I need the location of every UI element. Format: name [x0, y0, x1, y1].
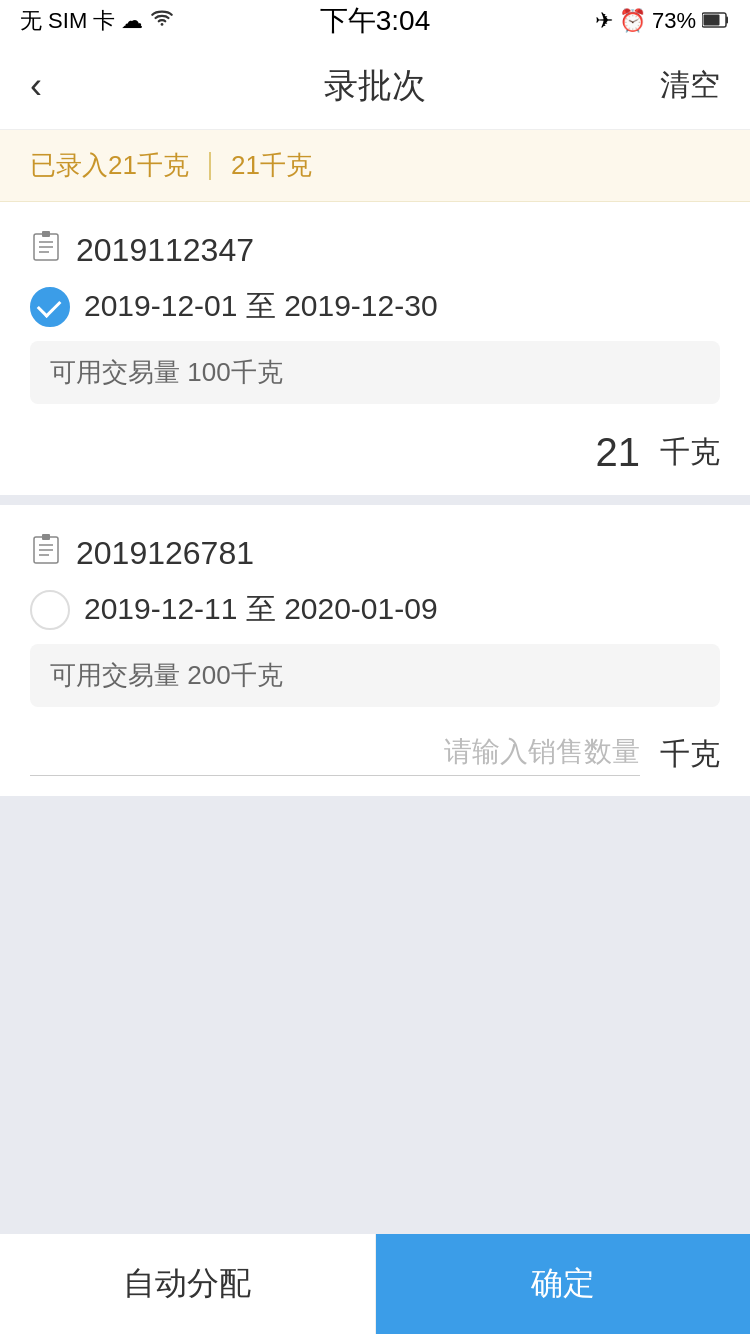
recorded-value: 21千克 [231, 148, 312, 183]
batch-2-available: 可用交易量 200千克 [30, 644, 720, 707]
no-sim-text: 无 SIM 卡 ☁ [20, 6, 143, 36]
status-right: ✈ ⏰ 73% [595, 8, 730, 34]
batch-1-date: 2019-12-01 至 2019-12-30 [84, 286, 438, 327]
info-divider [209, 152, 211, 180]
svg-rect-7 [42, 231, 50, 237]
footer: 自动分配 确定 [0, 1234, 750, 1334]
status-time: 下午3:04 [320, 2, 431, 40]
svg-rect-12 [42, 534, 50, 540]
alarm-icon: ⏰ [619, 8, 646, 34]
status-bar: 无 SIM 卡 ☁ 下午3:04 ✈ ⏰ 73% [0, 0, 750, 42]
batch-1-icon [30, 230, 62, 270]
batch-1-header: 2019112347 [0, 202, 750, 280]
batch-2-date-row[interactable]: 2019-12-11 至 2020-01-09 [0, 583, 750, 644]
batch-2-radio[interactable] [30, 590, 70, 630]
nav-bar: ‹ 录批次 清空 [0, 42, 750, 130]
batch-2-unit: 千克 [660, 734, 720, 775]
batch-2-amount-placeholder: 请输入销售数量 [30, 733, 640, 776]
batch-2-amount-row: 请输入销售数量 千克 [0, 723, 750, 796]
svg-point-0 [161, 23, 164, 26]
wifi-icon [151, 7, 173, 35]
page-title: 录批次 [324, 63, 426, 109]
battery-icon [702, 8, 730, 34]
batch-card-1: 2019112347 2019-12-01 至 2019-12-30 可用交易量… [0, 202, 750, 495]
status-left: 无 SIM 卡 ☁ [20, 6, 173, 36]
back-button[interactable]: ‹ [30, 65, 90, 107]
batch-1-radio[interactable] [30, 287, 70, 327]
confirm-button[interactable]: 确定 [376, 1234, 751, 1334]
batch-1-unit: 千克 [660, 432, 720, 473]
batch-2-icon [30, 533, 62, 573]
recorded-label: 已录入21千克 [30, 148, 189, 183]
batch-1-amount: 21 [596, 430, 641, 475]
bottom-area [0, 796, 750, 1236]
divider-1 [0, 495, 750, 505]
batch-1-available: 可用交易量 100千克 [30, 341, 720, 404]
info-banner: 已录入21千克 21千克 [0, 130, 750, 202]
clear-button[interactable]: 清空 [660, 65, 720, 106]
svg-rect-2 [704, 15, 720, 26]
batch-1-date-row[interactable]: 2019-12-01 至 2019-12-30 [0, 280, 750, 341]
battery-percent: 73% [652, 8, 696, 34]
batch-2-date: 2019-12-11 至 2020-01-09 [84, 589, 438, 630]
batch-2-id: 2019126781 [76, 535, 254, 572]
auto-distribute-button[interactable]: 自动分配 [0, 1234, 376, 1334]
batch-card-2: 2019126781 2019-12-11 至 2020-01-09 可用交易量… [0, 505, 750, 796]
location-icon: ✈ [595, 8, 613, 34]
batch-1-amount-row: 21 千克 [0, 420, 750, 495]
batch-1-id: 2019112347 [76, 232, 254, 269]
batch-2-header: 2019126781 [0, 505, 750, 583]
